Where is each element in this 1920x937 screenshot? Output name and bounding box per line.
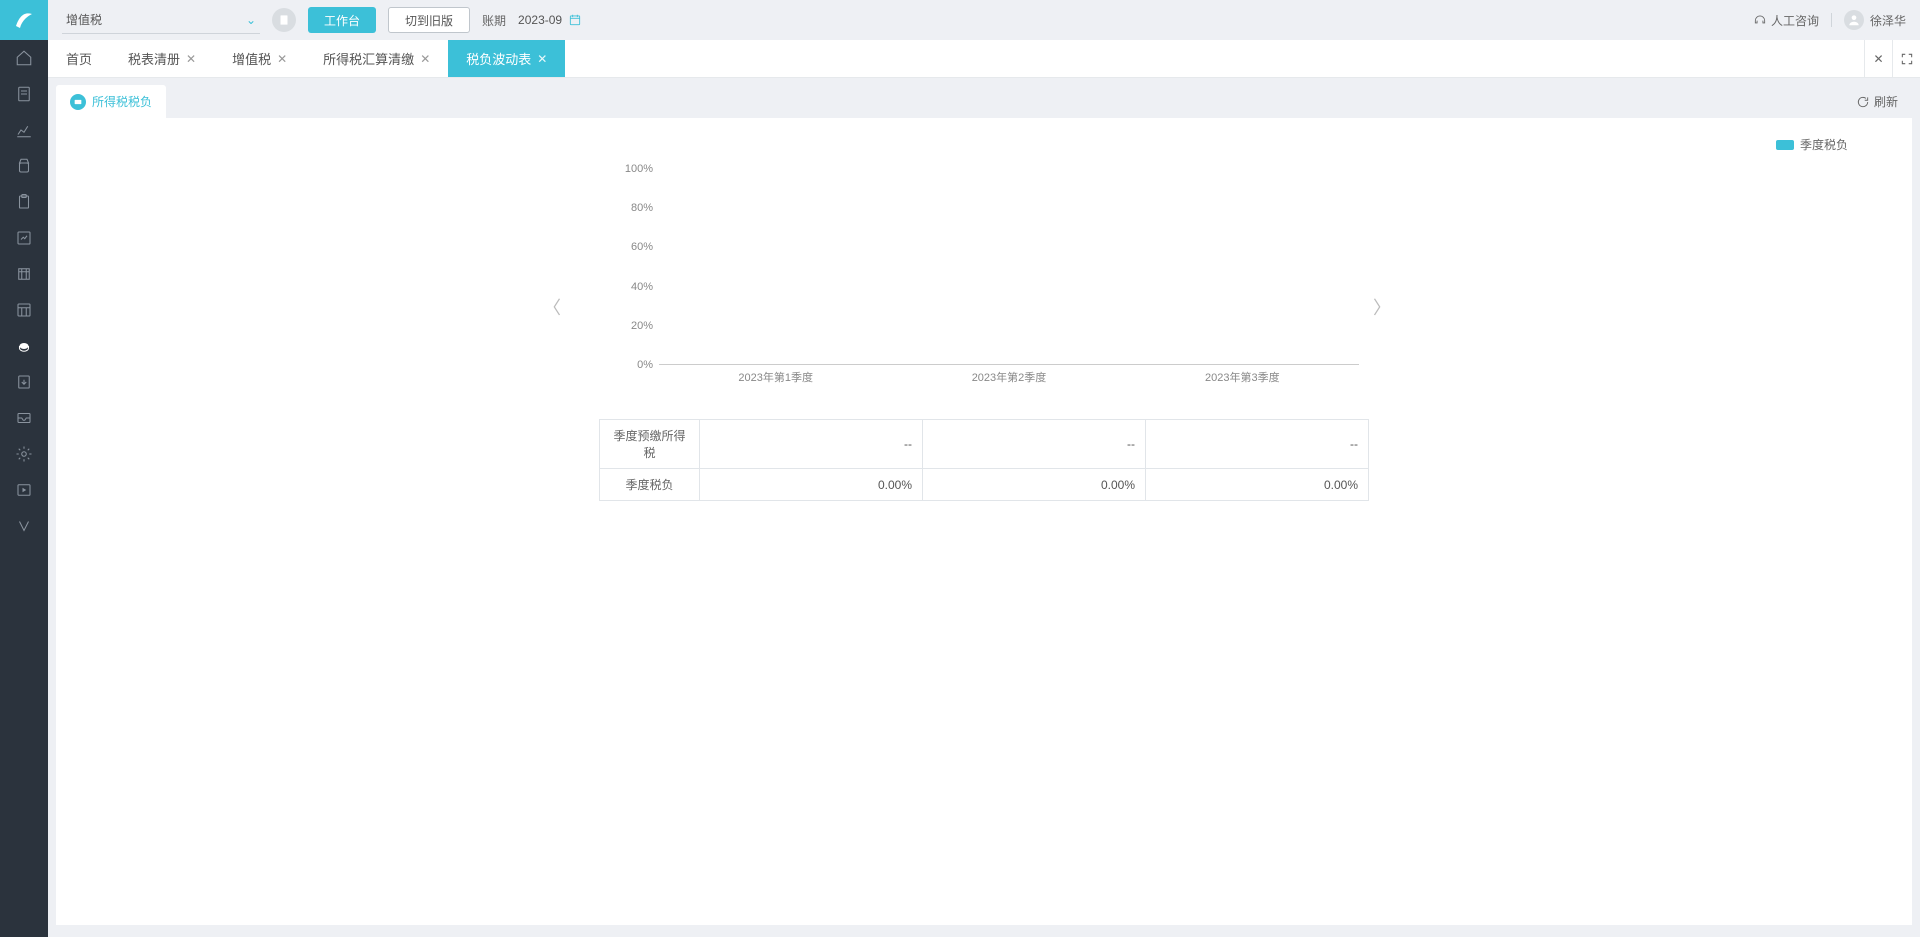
sub-tab-bar: 所得税税负 刷新 bbox=[48, 78, 1920, 118]
tab-close-icon[interactable]: ✕ bbox=[186, 52, 196, 66]
chart-prev[interactable]: 〈 bbox=[543, 294, 561, 320]
tab-税表清册[interactable]: 税表清册✕ bbox=[110, 40, 214, 77]
tab-首页[interactable]: 首页 bbox=[48, 40, 110, 77]
chevron-down-icon: ⌄ bbox=[246, 13, 256, 27]
consult-link[interactable]: 人工咨询 bbox=[1753, 12, 1819, 29]
calendar-icon bbox=[568, 13, 582, 27]
tab-strip: 首页税表清册✕增值税✕所得税汇算清缴✕税负波动表✕ ✕ bbox=[48, 40, 1920, 78]
panel: 季度税负 0% 20% 40% 60% 80% 100% 2023年第1季度2023年第2… bbox=[56, 118, 1912, 925]
switch-old-button[interactable]: 切到旧版 bbox=[388, 7, 470, 33]
x-category: 2023年第2季度 bbox=[892, 369, 1125, 389]
sidebar bbox=[0, 0, 48, 937]
tab-close-icon[interactable]: ✕ bbox=[537, 52, 547, 66]
y-tick: 40% bbox=[599, 281, 653, 293]
tab-所得税汇算清缴[interactable]: 所得税汇算清缴✕ bbox=[305, 40, 448, 77]
nav-inbox[interactable] bbox=[0, 400, 48, 436]
user-menu[interactable]: 徐泽华 bbox=[1844, 10, 1906, 30]
x-category: 2023年第3季度 bbox=[1126, 369, 1359, 389]
legend-item[interactable]: 季度税负 bbox=[1776, 136, 1848, 153]
avatar bbox=[1844, 10, 1864, 30]
nav-export[interactable] bbox=[0, 364, 48, 400]
doc-round-button[interactable] bbox=[272, 8, 296, 32]
tax-type-value: 增值税 bbox=[66, 11, 102, 28]
y-tick: 100% bbox=[599, 163, 653, 175]
nav-calc[interactable] bbox=[0, 292, 48, 328]
tab-close-icon[interactable]: ✕ bbox=[420, 52, 430, 66]
y-tick: 60% bbox=[599, 241, 653, 253]
table-row: 季度预缴所得税------ bbox=[600, 420, 1369, 469]
nav-home[interactable] bbox=[0, 40, 48, 76]
headset-icon bbox=[1753, 13, 1767, 27]
nav-report[interactable] bbox=[0, 220, 48, 256]
username: 徐泽华 bbox=[1870, 12, 1906, 29]
nav-chart[interactable] bbox=[0, 112, 48, 148]
tax-type-selector[interactable]: 增值税 ⌄ bbox=[62, 6, 260, 34]
y-tick: 80% bbox=[599, 202, 653, 214]
cell: -- bbox=[1146, 420, 1369, 469]
row-header: 季度税负 bbox=[600, 469, 700, 501]
x-category: 2023年第1季度 bbox=[659, 369, 892, 389]
refresh-button[interactable]: 刷新 bbox=[1842, 85, 1912, 118]
close-all-tabs[interactable]: ✕ bbox=[1864, 40, 1892, 78]
period-value: 2023-09 bbox=[518, 13, 562, 27]
nav-money[interactable] bbox=[0, 148, 48, 184]
subtab-income-tax-burden[interactable]: 所得税税负 bbox=[56, 85, 166, 118]
chart-legend: 季度税负 bbox=[80, 136, 1888, 153]
fullscreen-toggle[interactable] bbox=[1892, 40, 1920, 78]
tax-burden-chart: 0% 20% 40% 60% 80% 100% 2023年第1季度2023年第2季度202… bbox=[599, 159, 1369, 389]
app-logo[interactable] bbox=[0, 0, 48, 40]
content-area: 所得税税负 刷新 季度税负 0% bbox=[48, 78, 1920, 937]
nav-building[interactable] bbox=[0, 256, 48, 292]
nav-settings[interactable] bbox=[0, 436, 48, 472]
legend-swatch bbox=[1776, 140, 1794, 150]
nav-video[interactable] bbox=[0, 472, 48, 508]
workspace-button[interactable]: 工作台 bbox=[308, 7, 376, 33]
cell: 0.00% bbox=[923, 469, 1146, 501]
table-row: 季度税负0.00%0.00%0.00% bbox=[600, 469, 1369, 501]
cell: -- bbox=[700, 420, 923, 469]
nav-clipboard[interactable] bbox=[0, 184, 48, 220]
chart-next[interactable]: 〉 bbox=[1373, 294, 1391, 320]
cell: 0.00% bbox=[1146, 469, 1369, 501]
divider bbox=[1831, 13, 1832, 27]
subtab-icon bbox=[70, 94, 86, 110]
y-tick: 20% bbox=[599, 320, 653, 332]
cell: 0.00% bbox=[700, 469, 923, 501]
nav-tax-icon[interactable] bbox=[0, 328, 48, 364]
row-header: 季度预缴所得税 bbox=[600, 420, 700, 469]
tab-税负波动表[interactable]: 税负波动表✕ bbox=[448, 40, 565, 77]
nav-doc[interactable] bbox=[0, 76, 48, 112]
data-table: 季度预缴所得税------季度税负0.00%0.00%0.00% bbox=[599, 419, 1369, 501]
refresh-icon bbox=[1856, 95, 1870, 109]
cell: -- bbox=[923, 420, 1146, 469]
tab-close-icon[interactable]: ✕ bbox=[277, 52, 287, 66]
period-picker[interactable]: 2023-09 bbox=[518, 13, 582, 27]
y-tick: 0% bbox=[599, 359, 653, 371]
topbar: 增值税 ⌄ 工作台 切到旧版 账期 2023-09 人工咨询 徐泽华 bbox=[48, 0, 1920, 40]
period-label: 账期 bbox=[482, 12, 506, 29]
nav-v[interactable] bbox=[0, 508, 48, 544]
tab-增值税[interactable]: 增值税✕ bbox=[214, 40, 305, 77]
